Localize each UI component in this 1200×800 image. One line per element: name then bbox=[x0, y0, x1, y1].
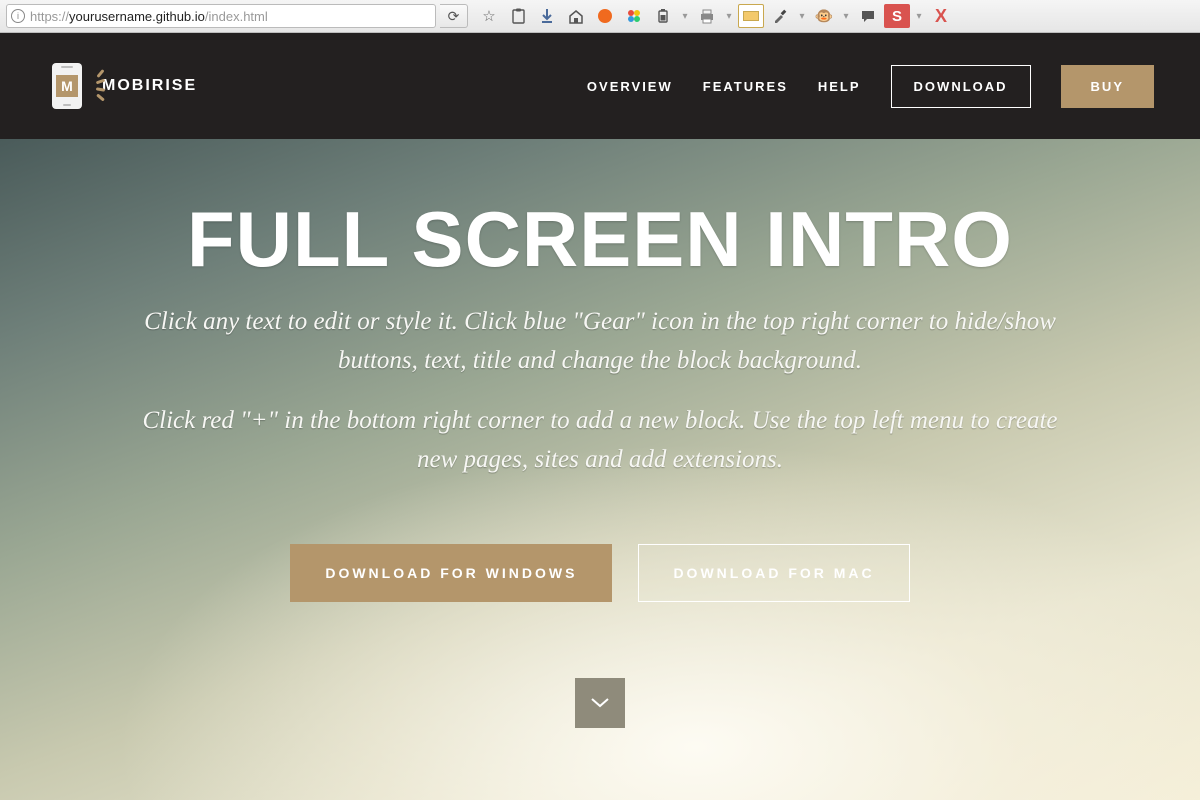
brand-name: MOBIRISE bbox=[102, 77, 197, 95]
chevron-down-icon bbox=[590, 697, 610, 709]
browser-toolbar: i https://yourusername.github.io/index.h… bbox=[0, 0, 1200, 33]
nav-features[interactable]: FEATURES bbox=[703, 79, 788, 94]
hero-section: FULL SCREEN INTRO Click any text to edit… bbox=[0, 139, 1200, 800]
clipboard-icon[interactable] bbox=[505, 4, 531, 28]
site-header: M MOBIRISE OVERVIEW FEATURES HELP DOWNLO… bbox=[0, 33, 1200, 139]
download-windows-button[interactable]: DOWNLOAD FOR WINDOWS bbox=[290, 544, 612, 602]
battery-icon[interactable] bbox=[650, 4, 676, 28]
main-nav: OVERVIEW FEATURES HELP DOWNLOAD BUY bbox=[587, 65, 1154, 108]
address-bar[interactable]: i https://yourusername.github.io/index.h… bbox=[6, 4, 436, 28]
url-host: yourusername.github.io bbox=[69, 9, 205, 24]
hero-paragraph-1[interactable]: Click any text to edit or style it. Clic… bbox=[140, 303, 1060, 381]
s-extension-icon[interactable]: S bbox=[884, 4, 910, 28]
dropdown-icon[interactable]: ▾ bbox=[913, 4, 925, 28]
duckduckgo-icon[interactable] bbox=[592, 4, 618, 28]
toolbar-icons: ☆ ▾ ▾ ▾ 🐵 ▾ S bbox=[476, 4, 962, 28]
hero-paragraph-2[interactable]: Click red "+" in the bottom right corner… bbox=[140, 402, 1060, 480]
greasemonkey-icon[interactable]: 🐵 bbox=[811, 4, 837, 28]
eyedropper-icon[interactable] bbox=[767, 4, 793, 28]
home-icon[interactable] bbox=[563, 4, 589, 28]
logo-letter: M bbox=[56, 75, 78, 97]
nav-overview[interactable]: OVERVIEW bbox=[587, 79, 673, 94]
logo[interactable]: M MOBIRISE bbox=[46, 62, 197, 110]
dropdown-icon[interactable]: ▾ bbox=[723, 4, 735, 28]
dropdown-icon[interactable]: ▾ bbox=[840, 4, 852, 28]
scroll-down-button[interactable] bbox=[575, 678, 625, 728]
printer-icon[interactable] bbox=[694, 4, 720, 28]
dropdown-icon[interactable]: ▾ bbox=[796, 4, 808, 28]
url-scheme: https:// bbox=[30, 9, 69, 24]
reload-button[interactable]: ⟳ bbox=[440, 4, 468, 28]
url-path: /index.html bbox=[205, 9, 268, 24]
download-arrow-icon[interactable] bbox=[534, 4, 560, 28]
nav-help[interactable]: HELP bbox=[818, 79, 861, 94]
hero-title[interactable]: FULL SCREEN INTRO bbox=[0, 199, 1200, 281]
color-dots-icon[interactable] bbox=[621, 4, 647, 28]
bookmark-star-icon[interactable]: ☆ bbox=[476, 4, 502, 28]
hero-buttons: DOWNLOAD FOR WINDOWS DOWNLOAD FOR MAC bbox=[0, 544, 1200, 602]
download-button[interactable]: DOWNLOAD bbox=[891, 65, 1031, 108]
logo-icon: M bbox=[46, 62, 88, 110]
measure-tool-icon[interactable] bbox=[738, 4, 764, 28]
info-icon[interactable]: i bbox=[11, 9, 25, 23]
dropdown-icon[interactable]: ▾ bbox=[679, 4, 691, 28]
x-extension-icon[interactable]: X bbox=[928, 4, 954, 28]
url-text: https://yourusername.github.io/index.htm… bbox=[30, 9, 431, 24]
chat-icon[interactable] bbox=[855, 4, 881, 28]
buy-button[interactable]: BUY bbox=[1061, 65, 1154, 108]
download-mac-button[interactable]: DOWNLOAD FOR MAC bbox=[638, 544, 909, 602]
